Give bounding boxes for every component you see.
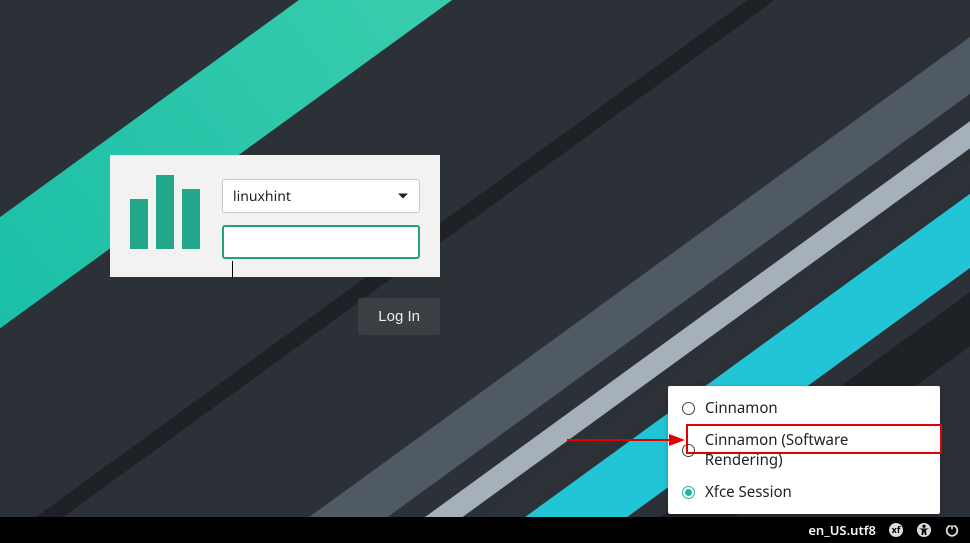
session-item-cinnamon[interactable]: Cinnamon	[668, 392, 940, 424]
chevron-down-icon	[397, 190, 409, 202]
accessibility-icon[interactable]	[916, 522, 932, 538]
login-button[interactable]: Log In	[358, 298, 440, 335]
username-selected: linuxhint	[233, 187, 291, 206]
username-dropdown[interactable]: linuxhint	[222, 179, 420, 213]
password-field[interactable]	[222, 225, 420, 259]
session-picker-icon[interactable]: xf	[888, 522, 904, 538]
radio-icon	[682, 444, 695, 457]
login-screen: linuxhint Log In Cinnamon Cinnamon (Soft…	[0, 0, 970, 543]
power-icon[interactable]	[944, 522, 960, 538]
session-item-cinnamon-sw[interactable]: Cinnamon (Software Rendering)	[668, 424, 940, 476]
session-item-xfce[interactable]: Xfce Session	[668, 476, 940, 508]
session-label: Cinnamon (Software Rendering)	[705, 430, 926, 470]
session-label: Xfce Session	[705, 482, 792, 502]
session-menu: Cinnamon Cinnamon (Software Rendering) X…	[668, 386, 940, 514]
login-actions: Log In	[110, 298, 440, 335]
radio-selected-icon	[682, 486, 695, 499]
radio-icon	[682, 402, 695, 415]
session-label: Cinnamon	[705, 398, 778, 418]
svg-text:xf: xf	[892, 523, 901, 536]
bottom-panel: en_US.utf8 xf	[0, 517, 970, 543]
login-fields: linuxhint	[222, 175, 420, 259]
password-input[interactable]	[232, 227, 410, 257]
manjaro-logo	[130, 175, 204, 249]
login-card: linuxhint	[110, 155, 440, 277]
locale-indicator[interactable]: en_US.utf8	[808, 521, 876, 539]
